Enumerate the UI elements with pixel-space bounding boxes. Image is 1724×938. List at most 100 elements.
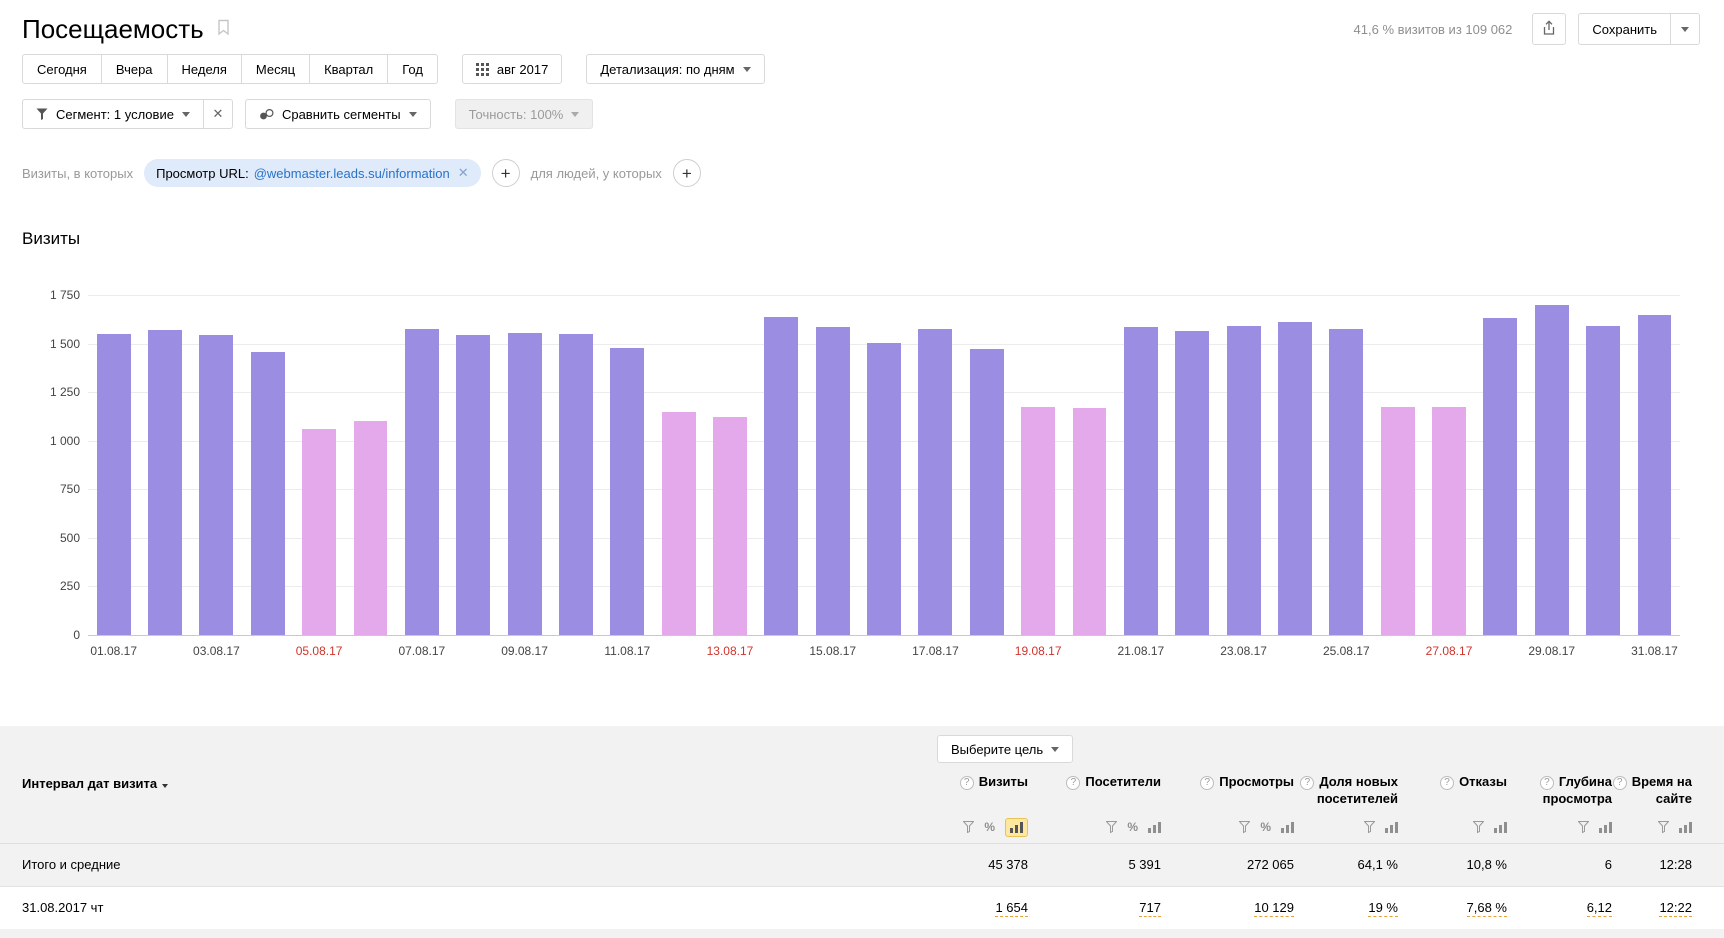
column-header-7[interactable]: ? Время на сайте — [1612, 773, 1692, 807]
period-button-6[interactable]: Год — [387, 54, 438, 84]
url-filter-chip[interactable]: Просмотр URL: @webmaster.leads.su/inform… — [144, 159, 481, 187]
filter-chart-icon[interactable] — [1148, 821, 1161, 833]
bookmark-icon[interactable] — [217, 19, 230, 39]
period-button-4[interactable]: Месяц — [240, 54, 311, 84]
bar-16.08.17[interactable] — [867, 342, 902, 635]
filter-percent-icon[interactable]: % — [1127, 820, 1138, 834]
accuracy-button[interactable]: Точность: 100% — [454, 99, 594, 129]
detalization-button[interactable]: Детализация: по дням — [586, 54, 765, 84]
filter-funnel-icon[interactable] — [1106, 821, 1118, 833]
add-people-condition-button[interactable]: + — [672, 159, 701, 187]
metric-value-link[interactable]: 717 — [1139, 900, 1161, 917]
bar-09.08.17[interactable] — [507, 332, 542, 635]
help-icon[interactable]: ? — [1440, 776, 1455, 790]
bar-22.08.17[interactable] — [1175, 330, 1210, 635]
save-button[interactable]: Сохранить — [1578, 13, 1671, 45]
metric-value-link[interactable]: 19 % — [1368, 900, 1398, 917]
chart-bars — [88, 295, 1680, 635]
column-header-4[interactable]: ? Доля новых посетителей — [1294, 773, 1398, 807]
column-header-1[interactable]: ? Визиты — [908, 773, 1028, 807]
table-filter-row: %%% — [0, 811, 1724, 843]
bar-03.08.17[interactable] — [199, 334, 234, 635]
filter-chart-icon[interactable] — [1005, 817, 1028, 837]
help-icon[interactable]: ? — [1066, 776, 1081, 790]
bar-19.08.17[interactable] — [1021, 406, 1056, 635]
column-header-5[interactable]: ? Отказы — [1398, 773, 1507, 807]
bar-30.08.17[interactable] — [1586, 326, 1621, 635]
bar-29.08.17[interactable] — [1534, 304, 1569, 635]
bar-17.08.17[interactable] — [918, 329, 953, 635]
filter-chart-icon[interactable] — [1679, 821, 1692, 833]
bar-27.08.17[interactable] — [1432, 406, 1466, 635]
help-icon[interactable]: ? — [959, 776, 974, 790]
bar-31.08.17[interactable] — [1637, 315, 1672, 635]
bar-23.08.17[interactable] — [1226, 326, 1261, 635]
segment-button[interactable]: Сегмент: 1 условие — [22, 99, 204, 129]
bar-20.08.17[interactable] — [1072, 407, 1107, 635]
column-header-2[interactable]: ? Посетители — [1028, 773, 1161, 807]
bar-11.08.17[interactable] — [610, 348, 645, 635]
filter-funnel-icon[interactable] — [1473, 821, 1484, 833]
column-header-6[interactable]: ? Глубина просмотра — [1507, 773, 1612, 807]
x-slot-empty — [345, 644, 396, 658]
period-button-3[interactable]: Неделя — [166, 54, 242, 84]
column-filters-5 — [1398, 811, 1507, 843]
export-button[interactable] — [1532, 13, 1567, 45]
filter-funnel-icon[interactable] — [1239, 821, 1251, 833]
filter-funnel-icon[interactable] — [1658, 821, 1669, 833]
metric-value-link[interactable]: 1 654 — [995, 900, 1028, 917]
bar-05.08.17[interactable] — [302, 429, 337, 635]
goal-select-button[interactable]: Выберите цель — [937, 735, 1074, 763]
column-header-3[interactable]: ? Просмотры — [1161, 773, 1294, 807]
segment-clear-button[interactable]: ✕ — [202, 99, 233, 129]
dimension-header[interactable]: Интервал дат визита — [22, 773, 908, 807]
bar-18.08.17[interactable] — [969, 349, 1004, 635]
filter-chart-icon[interactable] — [1385, 821, 1398, 833]
bar-28.08.17[interactable] — [1483, 318, 1518, 635]
calendar-button[interactable]: авг 2017 — [461, 54, 563, 84]
filter-chart-icon[interactable] — [1281, 821, 1294, 833]
bar-12.08.17[interactable] — [661, 411, 696, 635]
filter-chart-icon[interactable] — [1599, 821, 1612, 833]
period-button-2[interactable]: Вчера — [100, 54, 168, 84]
bar-13.08.17[interactable] — [713, 417, 747, 635]
compare-segments-button[interactable]: Сравнить сегменты — [244, 99, 431, 129]
filter-funnel-icon[interactable] — [1364, 821, 1375, 833]
save-dropdown-button[interactable] — [1670, 13, 1700, 45]
filter-row-spacer — [22, 811, 908, 843]
filter-chart-icon[interactable] — [1494, 821, 1507, 833]
filter-funnel-icon[interactable] — [963, 821, 975, 833]
help-icon[interactable]: ? — [1539, 776, 1554, 790]
metric-value-link[interactable]: 12:22 — [1659, 900, 1692, 917]
filter-funnel-icon[interactable] — [1578, 821, 1589, 833]
filter-percent-icon[interactable]: % — [1260, 820, 1271, 834]
bar-04.08.17[interactable] — [250, 352, 285, 635]
metric-value-link[interactable]: 7,68 % — [1466, 900, 1507, 917]
bar-25.08.17[interactable] — [1329, 329, 1364, 635]
metric-value-link[interactable]: 10 129 — [1254, 900, 1294, 917]
bar-21.08.17[interactable] — [1123, 327, 1158, 635]
bar-15.08.17[interactable] — [815, 327, 850, 635]
bar-10.08.17[interactable] — [558, 333, 593, 635]
bar-02.08.17[interactable] — [148, 330, 182, 635]
period-button-1[interactable]: Сегодня — [22, 54, 102, 84]
bar-01.08.17[interactable] — [96, 333, 131, 635]
bar-26.08.17[interactable] — [1380, 406, 1415, 635]
filter-funnel-icon — [36, 108, 48, 120]
bar-07.08.17[interactable] — [404, 329, 439, 635]
bar-14.08.17[interactable] — [764, 317, 799, 635]
bar-24.08.17[interactable] — [1278, 322, 1312, 635]
y-tick-750: 750 — [59, 482, 80, 497]
metric-value-link[interactable]: 6,12 — [1586, 900, 1612, 917]
bar-06.08.17[interactable] — [353, 421, 388, 635]
help-icon[interactable]: ? — [1200, 776, 1215, 790]
period-button-5[interactable]: Квартал — [309, 54, 389, 84]
add-visit-condition-button[interactable]: + — [491, 159, 520, 187]
column-filters-4 — [1294, 811, 1398, 843]
filter-percent-icon[interactable]: % — [984, 820, 995, 834]
bar-08.08.17[interactable] — [456, 334, 491, 635]
url-filter-value[interactable]: @webmaster.leads.su/information — [254, 166, 450, 181]
help-icon[interactable]: ? — [1300, 776, 1315, 790]
help-icon[interactable]: ? — [1612, 776, 1627, 790]
remove-filter-icon[interactable]: ✕ — [458, 165, 469, 181]
